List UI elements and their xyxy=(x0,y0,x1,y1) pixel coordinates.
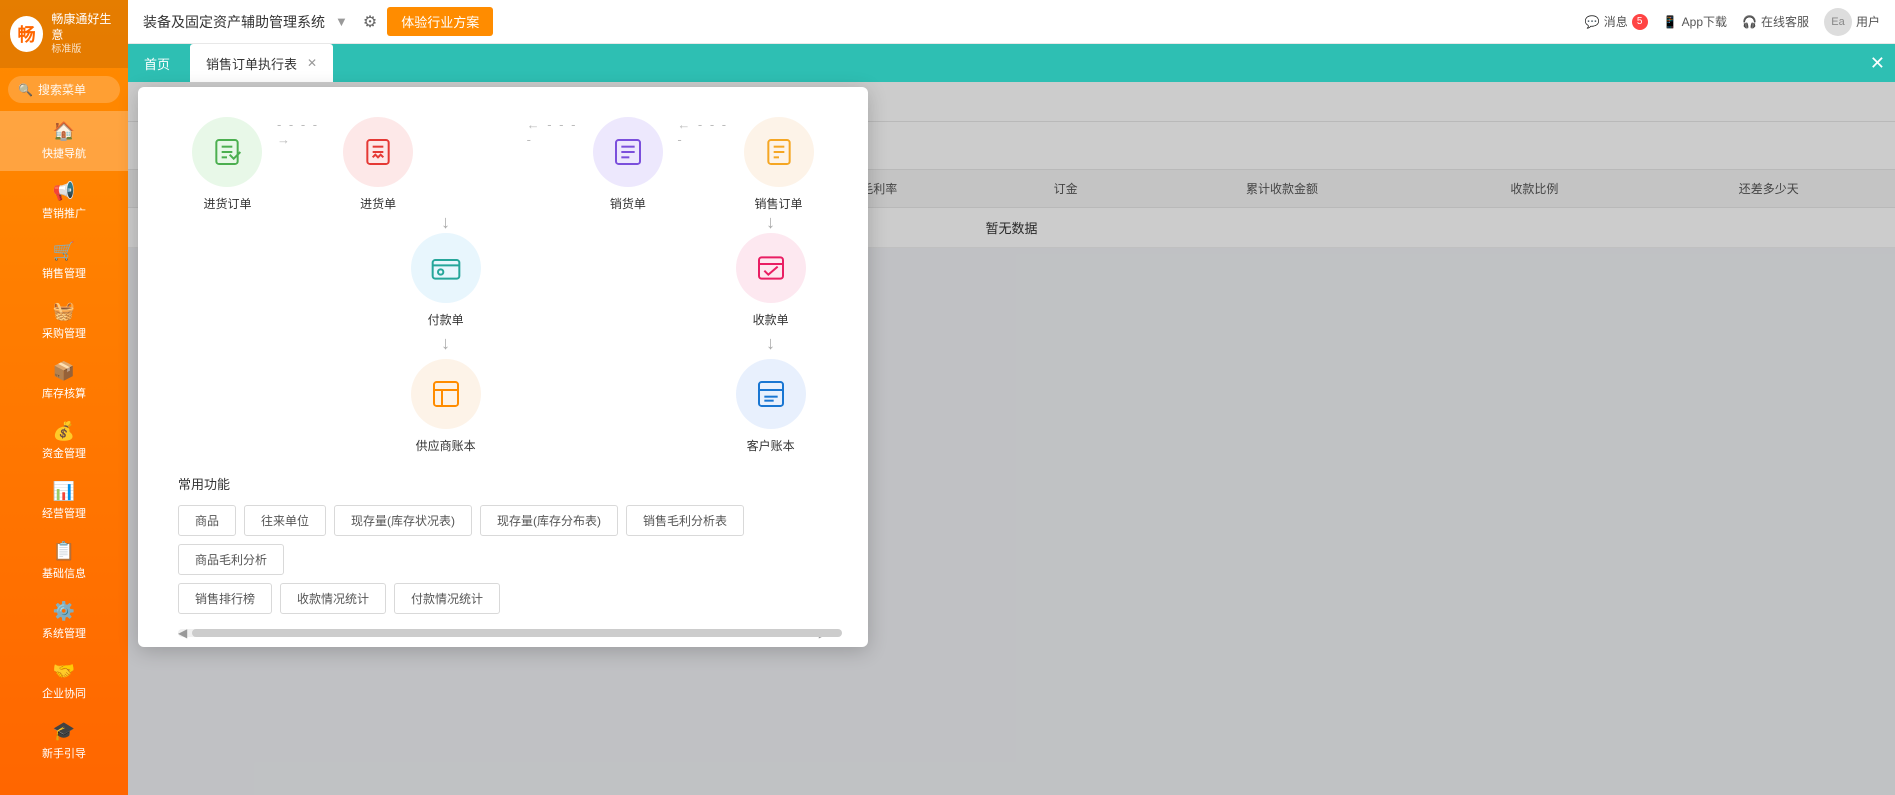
flow-node-purchase-order[interactable]: 进货订单 xyxy=(178,117,277,212)
sales-icon: 🛒 xyxy=(53,241,75,262)
user-avatar: Ea xyxy=(1824,8,1852,36)
arrow-2: ← - - - - xyxy=(527,117,579,165)
sales-slip-down: ↓ 收款单 ↓ xyxy=(713,212,828,454)
sales-slip-icon xyxy=(593,117,663,187)
marketing-icon: 📢 xyxy=(53,181,75,202)
sidebar-item-quick-nav[interactable]: 🏠 快捷导航 xyxy=(0,111,128,171)
operations-icon: 📊 xyxy=(53,481,75,502)
flow-row-1: 进货订单 - - - - → 进货单 xyxy=(178,117,828,212)
flow-row-2-area: ↓ 付款单 ↓ xyxy=(178,212,828,454)
finance-icon: 💰 xyxy=(53,421,75,442)
tab-sales-order[interactable]: 销售订单执行表 ✕ xyxy=(190,44,333,82)
online-service-btn[interactable]: 🎧 在线客服 xyxy=(1742,13,1809,30)
sales-order-icon xyxy=(744,117,814,187)
message-badge: 5 xyxy=(1632,14,1648,30)
scrollbar-track[interactable] xyxy=(192,629,814,637)
experience-btn[interactable]: 体验行业方案 xyxy=(387,7,493,36)
modal-overlay[interactable]: 进货订单 - - - - → 进货单 xyxy=(128,82,1895,795)
purchase-slip-label: 进货单 xyxy=(360,195,396,212)
sidebar-item-marketing[interactable]: 📢 营销推广 xyxy=(0,171,128,231)
basic-info-icon: 📋 xyxy=(53,541,75,562)
message-btn[interactable]: 💬 消息 5 xyxy=(1585,13,1648,30)
supplier-account-label: 供应商账本 xyxy=(416,437,476,454)
tabbar: 首页 销售订单执行表 ✕ ✕ xyxy=(128,44,1895,82)
sidebar-item-inventory[interactable]: 📦 库存核算 xyxy=(0,351,128,411)
purchase-icon: 🧺 xyxy=(53,301,75,322)
sidebar-item-newbie[interactable]: 🎓 新手引导 xyxy=(0,711,128,771)
system-icon: ⚙️ xyxy=(53,601,75,622)
func-btn-product[interactable]: 商品 xyxy=(178,505,236,536)
search-icon: 🔍 xyxy=(18,83,33,97)
flow-node-sales-order[interactable]: 销售订单 xyxy=(729,117,828,212)
app-logo-text: 畅康通好生意 标准版 xyxy=(51,12,118,56)
func-btn-stock-status[interactable]: 现存量(库存状况表) xyxy=(334,505,472,536)
inventory-icon: 📦 xyxy=(53,361,75,382)
tab-close-icon[interactable]: ✕ xyxy=(307,56,317,70)
sidebar-item-operations[interactable]: 📊 经营管理 xyxy=(0,471,128,531)
sidebar-item-system[interactable]: ⚙️ 系统管理 xyxy=(0,591,128,651)
app-logo-icon: 畅 xyxy=(10,16,43,52)
down-arrow-sales: ↓ xyxy=(766,212,775,233)
purchase-slip-icon xyxy=(343,117,413,187)
app-download-btn[interactable]: 📱 App下载 xyxy=(1663,13,1727,30)
user-menu[interactable]: Ea 用户 xyxy=(1824,8,1880,36)
func-btn-product-profit[interactable]: 商品毛利分析 xyxy=(178,544,284,575)
sidebar-item-finance[interactable]: 💰 资金管理 xyxy=(0,411,128,471)
receipt-slip-label: 收款单 xyxy=(753,311,789,328)
dropdown-arrow-icon[interactable]: ▼ xyxy=(335,14,348,29)
flow-node-purchase-slip[interactable]: 进货单 xyxy=(329,117,428,212)
common-functions-title: 常用功能 xyxy=(178,474,828,493)
receipt-slip-circle[interactable] xyxy=(736,233,806,303)
flow-modal: 进货订单 - - - - → 进货单 xyxy=(138,87,868,647)
sidebar: 畅 畅康通好生意 标准版 🔍 搜索菜单 🏠 快捷导航 📢 营销推广 🛒 销售管理… xyxy=(0,0,128,795)
sidebar-nav: 🏠 快捷导航 📢 营销推广 🛒 销售管理 🧺 采购管理 📦 库存核算 💰 资金管… xyxy=(0,111,128,795)
sidebar-logo: 畅 畅康通好生意 标准版 xyxy=(0,0,128,68)
arrow-3: ← - - - - xyxy=(677,117,729,165)
tab-home[interactable]: 首页 xyxy=(128,44,186,82)
sidebar-item-enterprise[interactable]: 🤝 企业协同 xyxy=(0,651,128,711)
func-btn-payment-stats[interactable]: 付款情况统计 xyxy=(394,583,500,614)
purchase-order-label: 进货订单 xyxy=(203,195,251,212)
func-buttons-row2: 销售排行榜 收款情况统计 付款情况统计 xyxy=(178,583,828,614)
modal-scrollbar[interactable]: ◀ ▶ xyxy=(178,629,828,637)
home-icon: 🏠 xyxy=(53,121,75,142)
func-btn-stock-dist[interactable]: 现存量(库存分布表) xyxy=(480,505,618,536)
system-title: 装备及固定资产辅助管理系统 xyxy=(143,12,325,32)
header-right: 💬 消息 5 📱 App下载 🎧 在线客服 Ea 用户 xyxy=(1585,8,1880,36)
header: 装备及固定资产辅助管理系统 ▼ ⚙ 体验行业方案 💬 消息 5 📱 App下载 … xyxy=(128,0,1895,44)
search-menu[interactable]: 🔍 搜索菜单 xyxy=(8,76,120,103)
flow-node-sales-slip[interactable]: 销货单 xyxy=(578,117,677,212)
func-btn-receipt-stats[interactable]: 收款情况统计 xyxy=(280,583,386,614)
service-icon: 🎧 xyxy=(1742,15,1757,29)
sales-slip-label: 销货单 xyxy=(610,195,646,212)
scrollbar-thumb xyxy=(192,629,842,637)
customer-account-label: 客户账本 xyxy=(747,437,795,454)
sidebar-item-purchase[interactable]: 🧺 采购管理 xyxy=(0,291,128,351)
tabbar-close-button[interactable]: ✕ xyxy=(1870,53,1885,74)
down-arrow-receipt: ↓ xyxy=(766,333,775,354)
customer-account-circle[interactable] xyxy=(736,359,806,429)
purchase-order-icon xyxy=(192,117,262,187)
download-icon: 📱 xyxy=(1663,15,1678,29)
down-arrow-purchase: ↓ xyxy=(441,212,450,233)
enterprise-icon: 🤝 xyxy=(53,661,75,682)
down-arrow-payment: ↓ xyxy=(441,333,450,354)
payment-slip-label: 付款单 xyxy=(428,311,464,328)
sidebar-item-sales[interactable]: 🛒 销售管理 xyxy=(0,231,128,291)
arrow-1: - - - - → xyxy=(277,117,329,165)
func-buttons-row1: 商品 往来单位 现存量(库存状况表) 现存量(库存分布表) 销售毛利分析表 商品… xyxy=(178,505,828,575)
func-btn-sales-rank[interactable]: 销售排行榜 xyxy=(178,583,272,614)
common-functions: 常用功能 商品 往来单位 现存量(库存状况表) 现存量(库存分布表) 销售毛利分… xyxy=(178,474,828,614)
sidebar-item-basic-info[interactable]: 📋 基础信息 xyxy=(0,531,128,591)
sales-order-label: 销售订单 xyxy=(755,195,803,212)
func-btn-sales-profit[interactable]: 销售毛利分析表 xyxy=(626,505,744,536)
settings-icon[interactable]: ⚙ xyxy=(363,12,377,32)
supplier-account-circle[interactable] xyxy=(411,359,481,429)
message-icon: 💬 xyxy=(1585,15,1600,29)
purchase-slip-down: ↓ 付款单 ↓ xyxy=(388,212,503,454)
scroll-left-icon[interactable]: ◀ xyxy=(178,626,187,640)
func-btn-partner[interactable]: 往来单位 xyxy=(244,505,326,536)
payment-slip-circle[interactable] xyxy=(411,233,481,303)
newbie-icon: 🎓 xyxy=(53,721,75,742)
